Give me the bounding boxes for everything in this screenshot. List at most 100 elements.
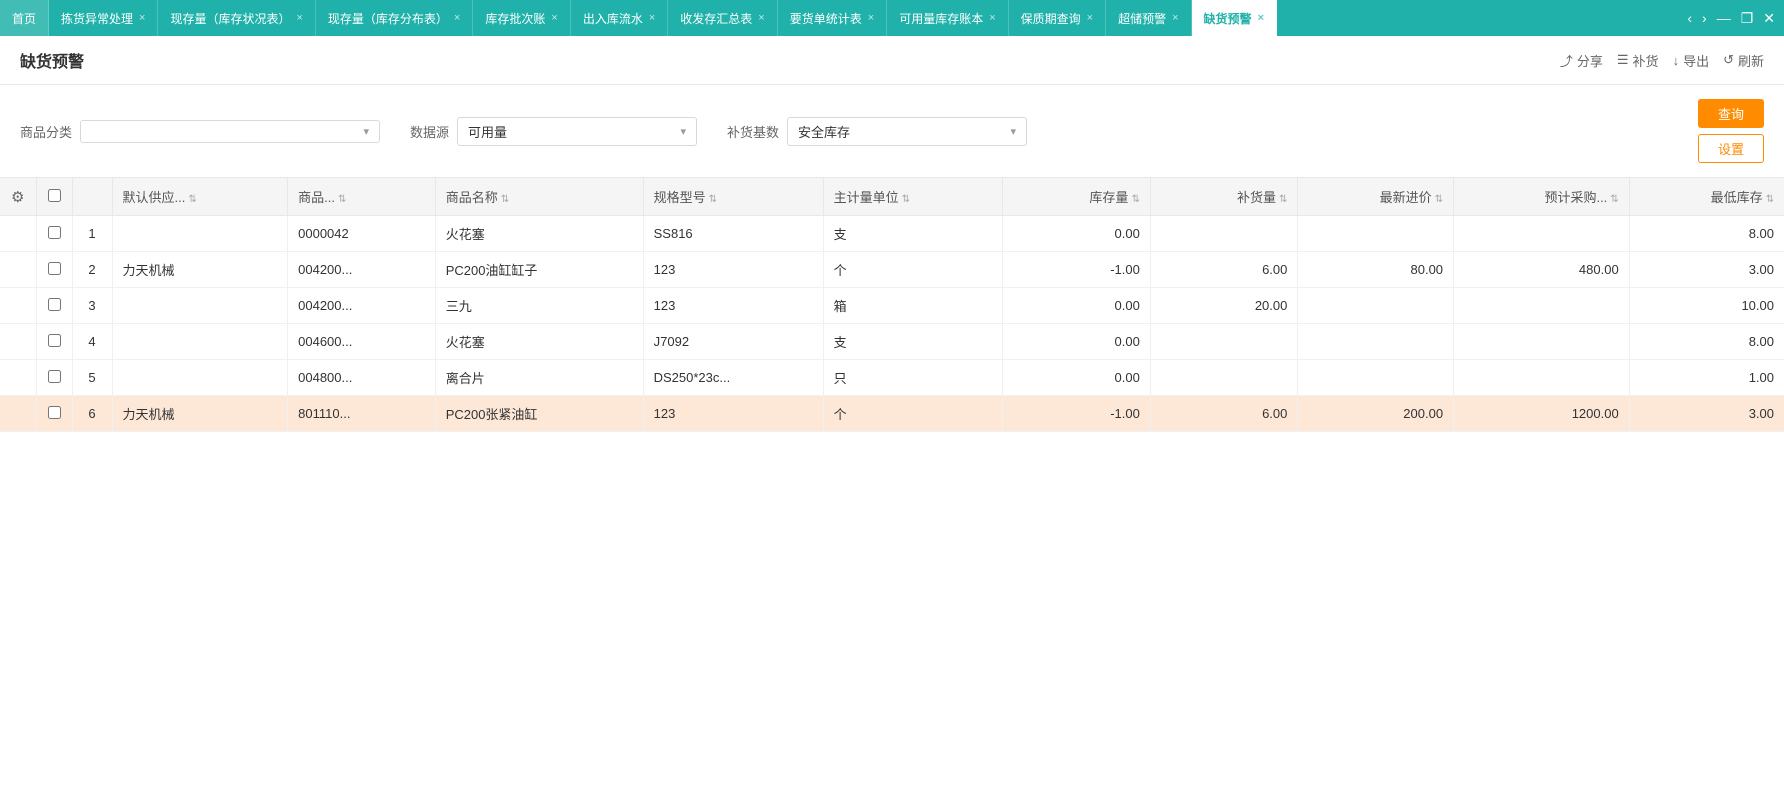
row-checkbox[interactable] xyxy=(48,334,61,347)
table-cell xyxy=(1454,216,1630,252)
gear-column-header[interactable]: ⚙ xyxy=(0,178,36,216)
refresh-button[interactable]: ↺ 刷新 xyxy=(1723,51,1764,70)
table-cell: 支 xyxy=(823,216,1003,252)
page-title: 缺货预警 xyxy=(20,48,1560,72)
supplier-sort-icon: ⇅ xyxy=(188,194,196,205)
tab-overstock[interactable]: 超储预警× xyxy=(1106,0,1191,36)
export-button[interactable]: ↓ 导出 xyxy=(1673,51,1710,70)
table-cell xyxy=(1150,360,1298,396)
table-cell: 8.00 xyxy=(1629,324,1784,360)
table-cell: 0.00 xyxy=(1003,360,1151,396)
window-min-btn[interactable]: — xyxy=(1712,0,1736,36)
table-cell: 80.00 xyxy=(1298,252,1454,288)
window-close-btn[interactable]: ✕ xyxy=(1758,0,1780,36)
tab-close-inventory-dist[interactable]: × xyxy=(454,12,460,24)
table-cell[interactable] xyxy=(36,216,72,252)
tab-close-collect-summary[interactable]: × xyxy=(758,12,764,24)
stock-column-header[interactable]: 库存量⇅ xyxy=(1003,178,1151,216)
tab-expiry-query[interactable]: 保质期查询× xyxy=(1009,0,1106,36)
table-cell[interactable] xyxy=(36,288,72,324)
spec-column-header[interactable]: 规格型号⇅ xyxy=(643,178,823,216)
table-cell: 4 xyxy=(72,324,112,360)
table-cell: J7092 xyxy=(643,324,823,360)
tab-inout-flow[interactable]: 出入库流水× xyxy=(571,0,668,36)
gear-icon[interactable]: ⚙ xyxy=(11,188,24,206)
table-cell: 三九 xyxy=(435,288,643,324)
table-cell: 123 xyxy=(643,396,823,432)
code-column-header[interactable]: 商品...⇅ xyxy=(288,178,436,216)
table-cell[interactable] xyxy=(36,396,72,432)
table-row: 2力天机械004200...PC200油缸缸子123个-1.006.0080.0… xyxy=(0,252,1784,288)
table-container: ⚙ 默认供应...⇅ 商品...⇅ 商品名称⇅ xyxy=(0,178,1784,432)
query-button[interactable]: 查询 xyxy=(1698,99,1764,128)
table-cell: DS250*23c... xyxy=(643,360,823,396)
table-cell xyxy=(112,216,288,252)
min-stock-sort-icon: ⇅ xyxy=(1766,194,1774,205)
filter-bar: 商品分类 ▾ 数据源 可用量 ▾ 补货基数 安全库存 ▾ 查询 设置 xyxy=(0,85,1784,178)
tab-close-available-ledger[interactable]: × xyxy=(989,12,995,24)
tab-close-req-stats[interactable]: × xyxy=(868,12,874,24)
table-cell: 只 xyxy=(823,360,1003,396)
share-button[interactable]: ⤴ 分享 xyxy=(1560,51,1603,70)
row-gear-cell xyxy=(0,396,36,432)
data-table: ⚙ 默认供应...⇅ 商品...⇅ 商品名称⇅ xyxy=(0,178,1784,432)
price-column-header[interactable]: 最新进价⇅ xyxy=(1298,178,1454,216)
table-cell: 3.00 xyxy=(1629,396,1784,432)
tab-nav-prev[interactable]: ‹ xyxy=(1682,0,1697,36)
filter-replenish-base: 补货基数 安全库存 ▾ xyxy=(727,117,1027,146)
datasource-select[interactable]: 可用量 ▾ xyxy=(457,117,697,146)
supplier-column-header[interactable]: 默认供应...⇅ xyxy=(112,178,288,216)
tab-nav-next[interactable]: › xyxy=(1697,0,1712,36)
table-cell[interactable] xyxy=(36,324,72,360)
page-header: 缺货预警 ⤴ 分享 ☰ 补货 ↓ 导出 ↺ 刷新 xyxy=(0,36,1784,85)
tab-exception[interactable]: 拣货异常处理× xyxy=(49,0,158,36)
window-restore-btn[interactable]: ❐ xyxy=(1736,0,1759,36)
tab-shortage[interactable]: 缺货预警× xyxy=(1192,0,1277,36)
tab-req-stats[interactable]: 要货单统计表× xyxy=(778,0,887,36)
replenish-button[interactable]: ☰ 补货 xyxy=(1617,51,1659,70)
table-cell: 10.00 xyxy=(1629,288,1784,324)
checkbox-column-header[interactable] xyxy=(36,178,72,216)
table-cell[interactable] xyxy=(36,252,72,288)
replenish-column-header[interactable]: 补货量⇅ xyxy=(1150,178,1298,216)
tab-inventory-status[interactable]: 现存量（库存状况表）× xyxy=(158,0,315,36)
select-all-checkbox[interactable] xyxy=(48,189,61,202)
tab-close-inout-flow[interactable]: × xyxy=(649,12,655,24)
row-checkbox[interactable] xyxy=(48,298,61,311)
table-cell: 20.00 xyxy=(1150,288,1298,324)
tab-collect-summary[interactable]: 收发存汇总表× xyxy=(668,0,777,36)
tab-available-ledger[interactable]: 可用量库存账本× xyxy=(887,0,1008,36)
table-cell xyxy=(1454,324,1630,360)
row-checkbox[interactable] xyxy=(48,406,61,419)
replenish-base-label: 补货基数 xyxy=(727,122,779,141)
tab-batch-account[interactable]: 库存批次账× xyxy=(473,0,570,36)
tab-close-exception[interactable]: × xyxy=(139,12,145,24)
min-stock-column-header[interactable]: 最低库存⇅ xyxy=(1629,178,1784,216)
tab-home[interactable]: 首页 xyxy=(0,0,49,36)
category-select[interactable]: ▾ xyxy=(80,120,380,143)
row-checkbox[interactable] xyxy=(48,370,61,383)
table-cell: 004200... xyxy=(288,288,436,324)
table-cell: 个 xyxy=(823,252,1003,288)
tab-inventory-dist[interactable]: 现存量（库存分布表）× xyxy=(316,0,473,36)
header-actions: ⤴ 分享 ☰ 补货 ↓ 导出 ↺ 刷新 xyxy=(1560,51,1764,70)
row-gear-cell xyxy=(0,360,36,396)
settings-button[interactable]: 设置 xyxy=(1698,134,1764,163)
tab-close-inventory-status[interactable]: × xyxy=(296,12,302,24)
replenish-base-select[interactable]: 安全库存 ▾ xyxy=(787,117,1027,146)
tab-close-expiry-query[interactable]: × xyxy=(1087,12,1093,24)
table-cell: 6 xyxy=(72,396,112,432)
name-column-header[interactable]: 商品名称⇅ xyxy=(435,178,643,216)
datasource-label: 数据源 xyxy=(410,122,449,141)
tab-close-overstock[interactable]: × xyxy=(1172,12,1178,24)
table-cell[interactable] xyxy=(36,360,72,396)
unit-column-header[interactable]: 主计量单位⇅ xyxy=(823,178,1003,216)
row-gear-cell xyxy=(0,324,36,360)
row-checkbox[interactable] xyxy=(48,262,61,275)
row-checkbox[interactable] xyxy=(48,226,61,239)
table-cell: 004600... xyxy=(288,324,436,360)
tab-close-batch-account[interactable]: × xyxy=(551,12,557,24)
tab-close-shortage[interactable]: × xyxy=(1258,12,1264,24)
forecast-column-header[interactable]: 预计采购...⇅ xyxy=(1454,178,1630,216)
filter-datasource: 数据源 可用量 ▾ xyxy=(410,117,697,146)
